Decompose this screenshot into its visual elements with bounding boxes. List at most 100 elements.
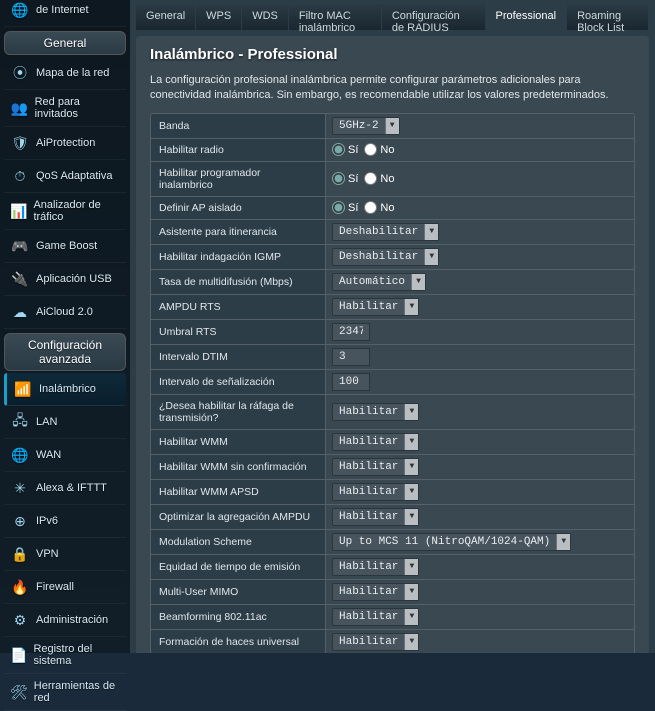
sidebar-item-firewall[interactable]: 🔥 Firewall — [4, 571, 126, 604]
select-wmm[interactable]: Habilitar▼ — [332, 433, 419, 451]
row-ap-isolated: Definir AP aislado Sí No — [151, 197, 634, 220]
row-modulation-scheme: Modulation Scheme Up to MCS 11 (NitroQAM… — [151, 530, 634, 555]
tab-general[interactable]: General — [136, 4, 196, 30]
tab-radius[interactable]: Configuración de RADIUS — [382, 4, 486, 30]
traffic-icon: 📊 — [10, 201, 27, 221]
select-mu-mimo[interactable]: Habilitar▼ — [332, 583, 419, 601]
sidebar-item-internet[interactable]: 🌐 de Internet — [4, 0, 126, 27]
select-optimize-ampdu[interactable]: Habilitar▼ — [332, 508, 419, 526]
tab-bar: General WPS WDS Filtro MAC inalámbrico C… — [136, 4, 649, 30]
sidebar-item-qos[interactable]: ⏱ QoS Adaptativa — [4, 160, 126, 193]
input-rts-threshold[interactable] — [332, 323, 370, 341]
lan-icon: 🖧 — [10, 412, 30, 432]
chevron-down-icon: ▼ — [404, 559, 418, 575]
sidebar-item-label: de Internet — [36, 4, 89, 16]
sidebar-item-administration[interactable]: ⚙ Administración — [4, 604, 126, 637]
sidebar-item-wireless[interactable]: 📶 Inalámbrico — [4, 373, 126, 406]
select-modulation-scheme[interactable]: Up to MCS 11 (NitroQAM/1024-QAM)▼ — [332, 533, 571, 551]
row-enable-radio: Habilitar radio Sí No — [151, 139, 634, 162]
sidebar-item-label: QoS Adaptativa — [36, 170, 112, 182]
input-beacon-interval[interactable] — [332, 373, 370, 391]
tab-mac-filter[interactable]: Filtro MAC inalámbrico — [289, 4, 382, 30]
radio-scheduler-yes[interactable] — [332, 172, 345, 185]
sidebar-item-lan[interactable]: 🖧 LAN — [4, 406, 126, 439]
sidebar-item-usb-app[interactable]: 🔌 Aplicación USB — [4, 263, 126, 296]
row-wmm-apsd: Habilitar WMM APSD Habilitar▼ — [151, 480, 634, 505]
sidebar: 🌐 de Internet General ⦿ Mapa de la red 👥… — [0, 0, 130, 653]
sidebar-item-game-boost[interactable]: 🎮 Game Boost — [4, 230, 126, 263]
select-tx-bursting[interactable]: Habilitar▼ — [332, 403, 419, 421]
select-universal-beamforming[interactable]: Habilitar▼ — [332, 633, 419, 651]
wifi-icon: 📶 — [13, 379, 33, 399]
sidebar-item-traffic-analyzer[interactable]: 📊 Analizador de tráfico — [4, 193, 126, 230]
sidebar-item-label: Administración — [36, 614, 108, 626]
row-wmm-no-ack: Habilitar WMM sin confirmación Habilitar… — [151, 455, 634, 480]
sidebar-item-network-tools[interactable]: 🛠 Herramientas de red — [4, 674, 126, 711]
tab-wds[interactable]: WDS — [242, 4, 289, 30]
sidebar-item-label: Aplicación USB — [36, 273, 112, 285]
label-enable-scheduler: Habilitar programador inalambrico — [151, 162, 326, 196]
sidebar-item-aiprotection[interactable]: 🛡 AiProtection — [4, 127, 126, 160]
label-ampdu-rts: AMPDU RTS — [151, 295, 326, 319]
sidebar-item-label: Inalámbrico — [39, 383, 96, 395]
label-universal-beamforming: Formación de haces universal — [151, 630, 326, 653]
radio-enable-radio-yes[interactable] — [332, 143, 345, 156]
select-band[interactable]: 5GHz-2 ▼ — [332, 117, 400, 135]
row-airtime-fairness: Equidad de tiempo de emisión Habilitar▼ — [151, 555, 634, 580]
usb-icon: 🔌 — [10, 269, 30, 289]
sidebar-item-ipv6[interactable]: ⊕ IPv6 — [4, 505, 126, 538]
sidebar-item-network-map[interactable]: ⦿ Mapa de la red — [4, 57, 126, 90]
row-multicast-rate: Tasa de multidifusión (Mbps) Automático▼ — [151, 270, 634, 295]
select-ampdu-rts[interactable]: Habilitar▼ — [332, 298, 419, 316]
chevron-down-icon: ▼ — [385, 118, 399, 134]
chevron-down-icon: ▼ — [411, 274, 425, 290]
chevron-down-icon: ▼ — [404, 484, 418, 500]
label-dtim-interval: Intervalo DTIM — [151, 345, 326, 369]
select-wmm-no-ack[interactable]: Habilitar▼ — [332, 458, 419, 476]
label-modulation-scheme: Modulation Scheme — [151, 530, 326, 554]
chevron-down-icon: ▼ — [404, 404, 418, 420]
row-mu-mimo: Multi-User MIMO Habilitar▼ — [151, 580, 634, 605]
select-airtime-fairness[interactable]: Habilitar▼ — [332, 558, 419, 576]
sidebar-item-guest-network[interactable]: 👥 Red para invitados — [4, 90, 126, 127]
label-airtime-fairness: Equidad de tiempo de emisión — [151, 555, 326, 579]
label-rts-threshold: Umbral RTS — [151, 320, 326, 344]
label-igmp-snooping: Habilitar indagación IGMP — [151, 245, 326, 269]
row-roaming-assistant: Asistente para itinerancia Deshabilitar▼ — [151, 220, 634, 245]
select-roaming-assistant[interactable]: Deshabilitar▼ — [332, 223, 439, 241]
tab-roaming-block-list[interactable]: Roaming Block List — [567, 4, 649, 30]
row-tx-bursting: ¿Desea habilitar la ráfaga de transmisió… — [151, 395, 634, 430]
tab-wps[interactable]: WPS — [196, 4, 242, 30]
select-igmp-snooping[interactable]: Deshabilitar▼ — [332, 248, 439, 266]
alexa-icon: ✳ — [10, 478, 30, 498]
gamepad-icon: 🎮 — [10, 236, 30, 256]
input-dtim-interval[interactable] — [332, 348, 370, 366]
radio-scheduler-no[interactable] — [364, 172, 377, 185]
sidebar-item-label: IPv6 — [36, 515, 58, 527]
tab-professional[interactable]: Professional — [486, 4, 568, 30]
network-map-icon: ⦿ — [10, 63, 30, 83]
sidebar-item-wan[interactable]: 🌐 WAN — [4, 439, 126, 472]
sidebar-item-alexa-ifttt[interactable]: ✳ Alexa & IFTTT — [4, 472, 126, 505]
sidebar-item-label: Mapa de la red — [36, 67, 109, 79]
row-optimize-ampdu: Optimizar la agregación AMPDU Habilitar▼ — [151, 505, 634, 530]
guest-network-icon: 👥 — [10, 98, 29, 118]
sidebar-item-vpn[interactable]: 🔒 VPN — [4, 538, 126, 571]
radio-apisolated-yes[interactable] — [332, 201, 345, 214]
row-rts-threshold: Umbral RTS — [151, 320, 634, 345]
select-beamforming-ac[interactable]: Habilitar▼ — [332, 608, 419, 626]
row-ampdu-rts: AMPDU RTS Habilitar▼ — [151, 295, 634, 320]
radio-apisolated-no[interactable] — [364, 201, 377, 214]
label-tx-bursting: ¿Desea habilitar la ráfaga de transmisió… — [151, 395, 326, 429]
radio-enable-radio-no[interactable] — [364, 143, 377, 156]
select-wmm-apsd[interactable]: Habilitar▼ — [332, 483, 419, 501]
label-mu-mimo: Multi-User MIMO — [151, 580, 326, 604]
select-multicast-rate[interactable]: Automático▼ — [332, 273, 426, 291]
sidebar-item-aicloud[interactable]: ☁ AiCloud 2.0 — [4, 296, 126, 329]
firewall-icon: 🔥 — [10, 577, 30, 597]
sidebar-item-system-log[interactable]: 📄 Registro del sistema — [4, 637, 126, 674]
chevron-down-icon: ▼ — [404, 434, 418, 450]
sidebar-header-general: General — [4, 31, 126, 55]
settings-form: Banda 5GHz-2 ▼ Habilitar radio Sí No Hab… — [150, 113, 635, 653]
sidebar-item-label: AiProtection — [36, 137, 95, 149]
